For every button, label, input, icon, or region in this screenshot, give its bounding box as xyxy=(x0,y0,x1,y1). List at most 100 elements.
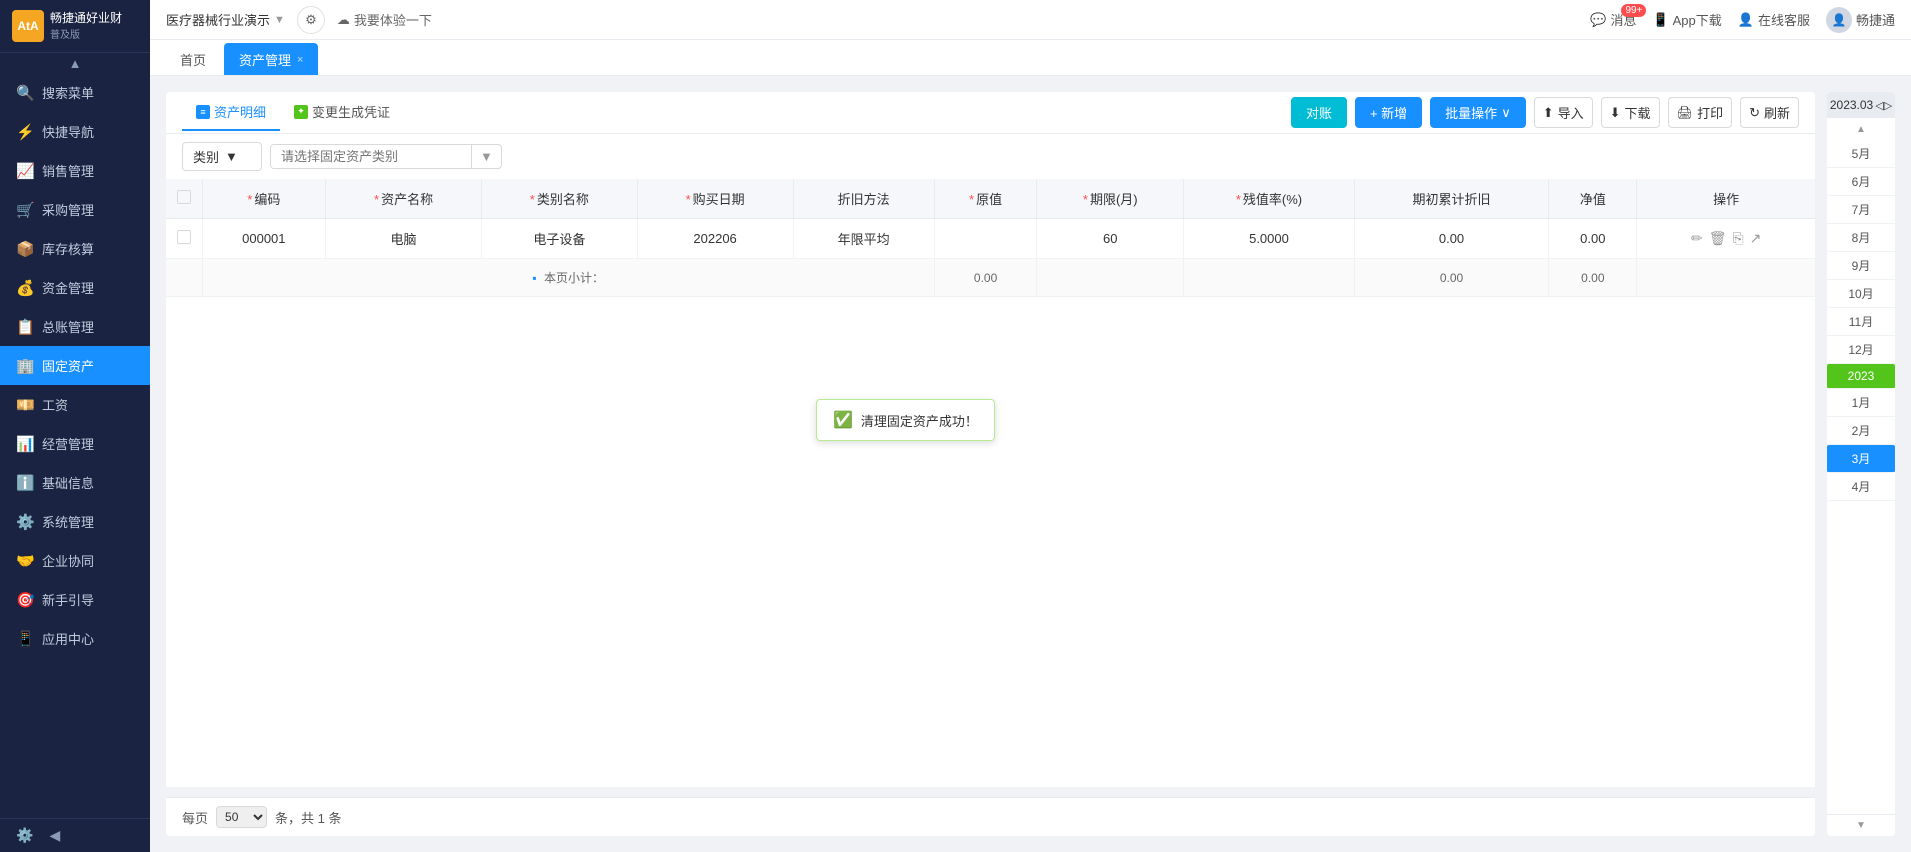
sidebar-item-sales[interactable]: 📈 销售管理 xyxy=(0,151,150,190)
sidebar-item-finance[interactable]: 💰 资金管理 xyxy=(0,268,150,307)
settings-bottom-icon[interactable]: ⚙️ xyxy=(16,827,33,844)
active-tab-label: 资产管理 xyxy=(239,50,291,69)
inventory-icon: 📦 xyxy=(16,240,34,258)
experience-button[interactable]: ☁ 我要体验一下 xyxy=(337,10,432,29)
cooperation-icon: 🤝 xyxy=(16,552,34,570)
notification-badge: 99+ xyxy=(1621,4,1646,17)
page-size-select[interactable]: 50 100 200 xyxy=(216,806,267,828)
sidebar-item-basic-info[interactable]: ℹ️ 基础信息 xyxy=(0,463,150,502)
system-icon: ⚙️ xyxy=(16,513,34,531)
category-filter-select[interactable]: 类别 ▼ xyxy=(182,142,262,171)
sidebar-item-label: 快捷导航 xyxy=(42,122,94,141)
collapse-icon[interactable]: ◀ xyxy=(49,827,60,844)
logo-icon: AtA xyxy=(12,10,44,42)
print-button[interactable]: 🖨 打印 xyxy=(1668,97,1733,128)
timeline-scroll-up-btn[interactable]: ▲ xyxy=(1827,118,1895,140)
content-area: ≡ 资产明细 ✦ 变更生成凭证 对账 + 新增 批量操作 ∨ xyxy=(150,76,1911,852)
refresh-icon: ↻ xyxy=(1749,105,1760,121)
logo-subtitle: 普及版 xyxy=(50,26,122,41)
topbar-settings-button[interactable]: ⚙ xyxy=(297,6,325,34)
sidebar-item-label: 库存核算 xyxy=(42,239,94,258)
new-button[interactable]: + 新增 xyxy=(1355,97,1422,128)
timeline-item-aug[interactable]: 8月 xyxy=(1827,224,1895,252)
app-download-button[interactable]: 📱 App下载 xyxy=(1652,10,1721,29)
timeline-item-oct[interactable]: 10月 xyxy=(1827,280,1895,308)
refresh-button[interactable]: ↻ 刷新 xyxy=(1740,97,1799,128)
logo-title: 畅捷通好业财 xyxy=(50,11,122,27)
home-tab-label: 首页 xyxy=(180,50,206,69)
more-icon[interactable]: ↗ xyxy=(1750,230,1762,247)
sidebar-item-operations[interactable]: 📊 经营管理 xyxy=(0,424,150,463)
timeline-item-jul[interactable]: 7月 xyxy=(1827,196,1895,224)
company-selector[interactable]: 医疗器械行业演示 ▼ xyxy=(166,10,285,29)
refresh-label: 刷新 xyxy=(1764,103,1790,122)
timeline-header-expand-icon[interactable]: ◁▷ xyxy=(1875,99,1892,112)
timeline-item-sep[interactable]: 9月 xyxy=(1827,252,1895,280)
import-icon: ⬆ xyxy=(1543,105,1554,121)
toast-message: 清理固定资产成功！ xyxy=(861,411,978,430)
sidebar-item-label: 固定资产 xyxy=(42,356,94,375)
sidebar-item-salary[interactable]: 💴 工资 xyxy=(0,385,150,424)
copy-icon[interactable]: ⎘ xyxy=(1732,230,1743,247)
edit-icon[interactable]: ✏ xyxy=(1691,230,1703,247)
sidebar-item-app-center[interactable]: 📱 应用中心 xyxy=(0,619,150,658)
timeline-item-dec[interactable]: 12月 xyxy=(1827,336,1895,364)
sidebar-item-cooperation[interactable]: 🤝 企业协同 xyxy=(0,541,150,580)
timeline-bottom-btn[interactable]: ▼ xyxy=(1827,814,1895,836)
notification-button[interactable]: 💬 消息 99+ xyxy=(1590,10,1636,29)
category-input-arrow-icon[interactable]: ▼ xyxy=(471,145,501,168)
category-input[interactable] xyxy=(271,145,471,168)
td-code: 000001 xyxy=(202,219,326,259)
sidebar: AtA 畅捷通好业财 普及版 ▲ 🔍 搜索菜单 ⚡ 快捷导航 📈 销售管理 🛒 … xyxy=(0,0,150,852)
total-label: 条，共 1 条 xyxy=(275,808,341,827)
timeline-item-nov[interactable]: 11月 xyxy=(1827,308,1895,336)
sidebar-item-ledger[interactable]: 📋 总账管理 xyxy=(0,307,150,346)
timeline-year-marker[interactable]: 2023 xyxy=(1827,364,1895,389)
company-name: 医疗器械行业演示 xyxy=(166,10,270,29)
sidebar-item-system[interactable]: ⚙️ 系统管理 xyxy=(0,502,150,541)
online-service-button[interactable]: 👤 在线客服 xyxy=(1738,10,1810,29)
timeline-item-jun[interactable]: 6月 xyxy=(1827,168,1895,196)
table-horizontal-scrollbar[interactable] xyxy=(166,787,1815,797)
delete-icon[interactable]: 🗑 xyxy=(1709,230,1727,247)
app-download-label: App下载 xyxy=(1673,10,1722,29)
sidebar-item-inventory[interactable]: 📦 库存核算 xyxy=(0,229,150,268)
timeline-item-may[interactable]: 5月 xyxy=(1827,140,1895,168)
sidebar-item-guide[interactable]: 🎯 新手引导 xyxy=(0,580,150,619)
sidebar-item-purchase[interactable]: 🛒 采购管理 xyxy=(0,190,150,229)
th-date: *购买日期 xyxy=(637,179,793,219)
reconcile-button[interactable]: 对账 xyxy=(1291,97,1347,128)
import-button[interactable]: ⬆ 导入 xyxy=(1534,97,1593,128)
subtotal-empty-checkbox xyxy=(166,259,202,297)
sidebar-item-search[interactable]: 🔍 搜索菜单 xyxy=(0,73,150,112)
download-icon: ⬇ xyxy=(1610,105,1621,121)
notification-icon: 💬 xyxy=(1590,12,1606,28)
row-checkbox[interactable] xyxy=(177,230,191,244)
sidebar-item-label: 采购管理 xyxy=(42,200,94,219)
batch-button[interactable]: 批量操作 ∨ xyxy=(1430,97,1526,128)
th-net-value: 净值 xyxy=(1549,179,1637,219)
sidebar-scroll-up[interactable]: ▲ xyxy=(0,53,150,73)
tab-close-icon[interactable]: × xyxy=(297,54,303,66)
subtotal-empty2 xyxy=(1184,259,1355,297)
toast-notification: ✅ 清理固定资产成功！ xyxy=(816,399,995,441)
select-all-checkbox[interactable] xyxy=(177,190,191,204)
user-profile-button[interactable]: 👤 畅捷通 xyxy=(1826,7,1895,33)
filter-row: 类别 ▼ ▼ xyxy=(166,134,1815,179)
sub-tab-generate-voucher[interactable]: ✦ 变更生成凭证 xyxy=(280,94,404,131)
timeline-item-jan[interactable]: 1月 xyxy=(1827,389,1895,417)
download-button[interactable]: ⬇ 下载 xyxy=(1601,97,1660,128)
tab-asset-management[interactable]: 资产管理 × xyxy=(224,43,318,75)
timeline-item-mar[interactable]: 3月 xyxy=(1827,445,1895,473)
timeline-item-feb[interactable]: 2月 xyxy=(1827,417,1895,445)
td-category: 电子设备 xyxy=(481,219,637,259)
tab-home[interactable]: 首页 xyxy=(166,44,220,75)
timeline-item-apr[interactable]: 4月 xyxy=(1827,473,1895,501)
sub-tab-asset-detail[interactable]: ≡ 资产明细 xyxy=(182,94,280,131)
sidebar-item-fixed-assets[interactable]: 🏢 固定资产 xyxy=(0,346,150,385)
asset-table: *编码 *资产名称 *类别名称 *购买日期 折旧方法 *原值 *期限(月) *残… xyxy=(166,179,1815,297)
th-checkbox xyxy=(166,179,202,219)
th-code: *编码 xyxy=(202,179,326,219)
sidebar-item-quicknav[interactable]: ⚡ 快捷导航 xyxy=(0,112,150,151)
service-icon: 👤 xyxy=(1738,12,1754,28)
